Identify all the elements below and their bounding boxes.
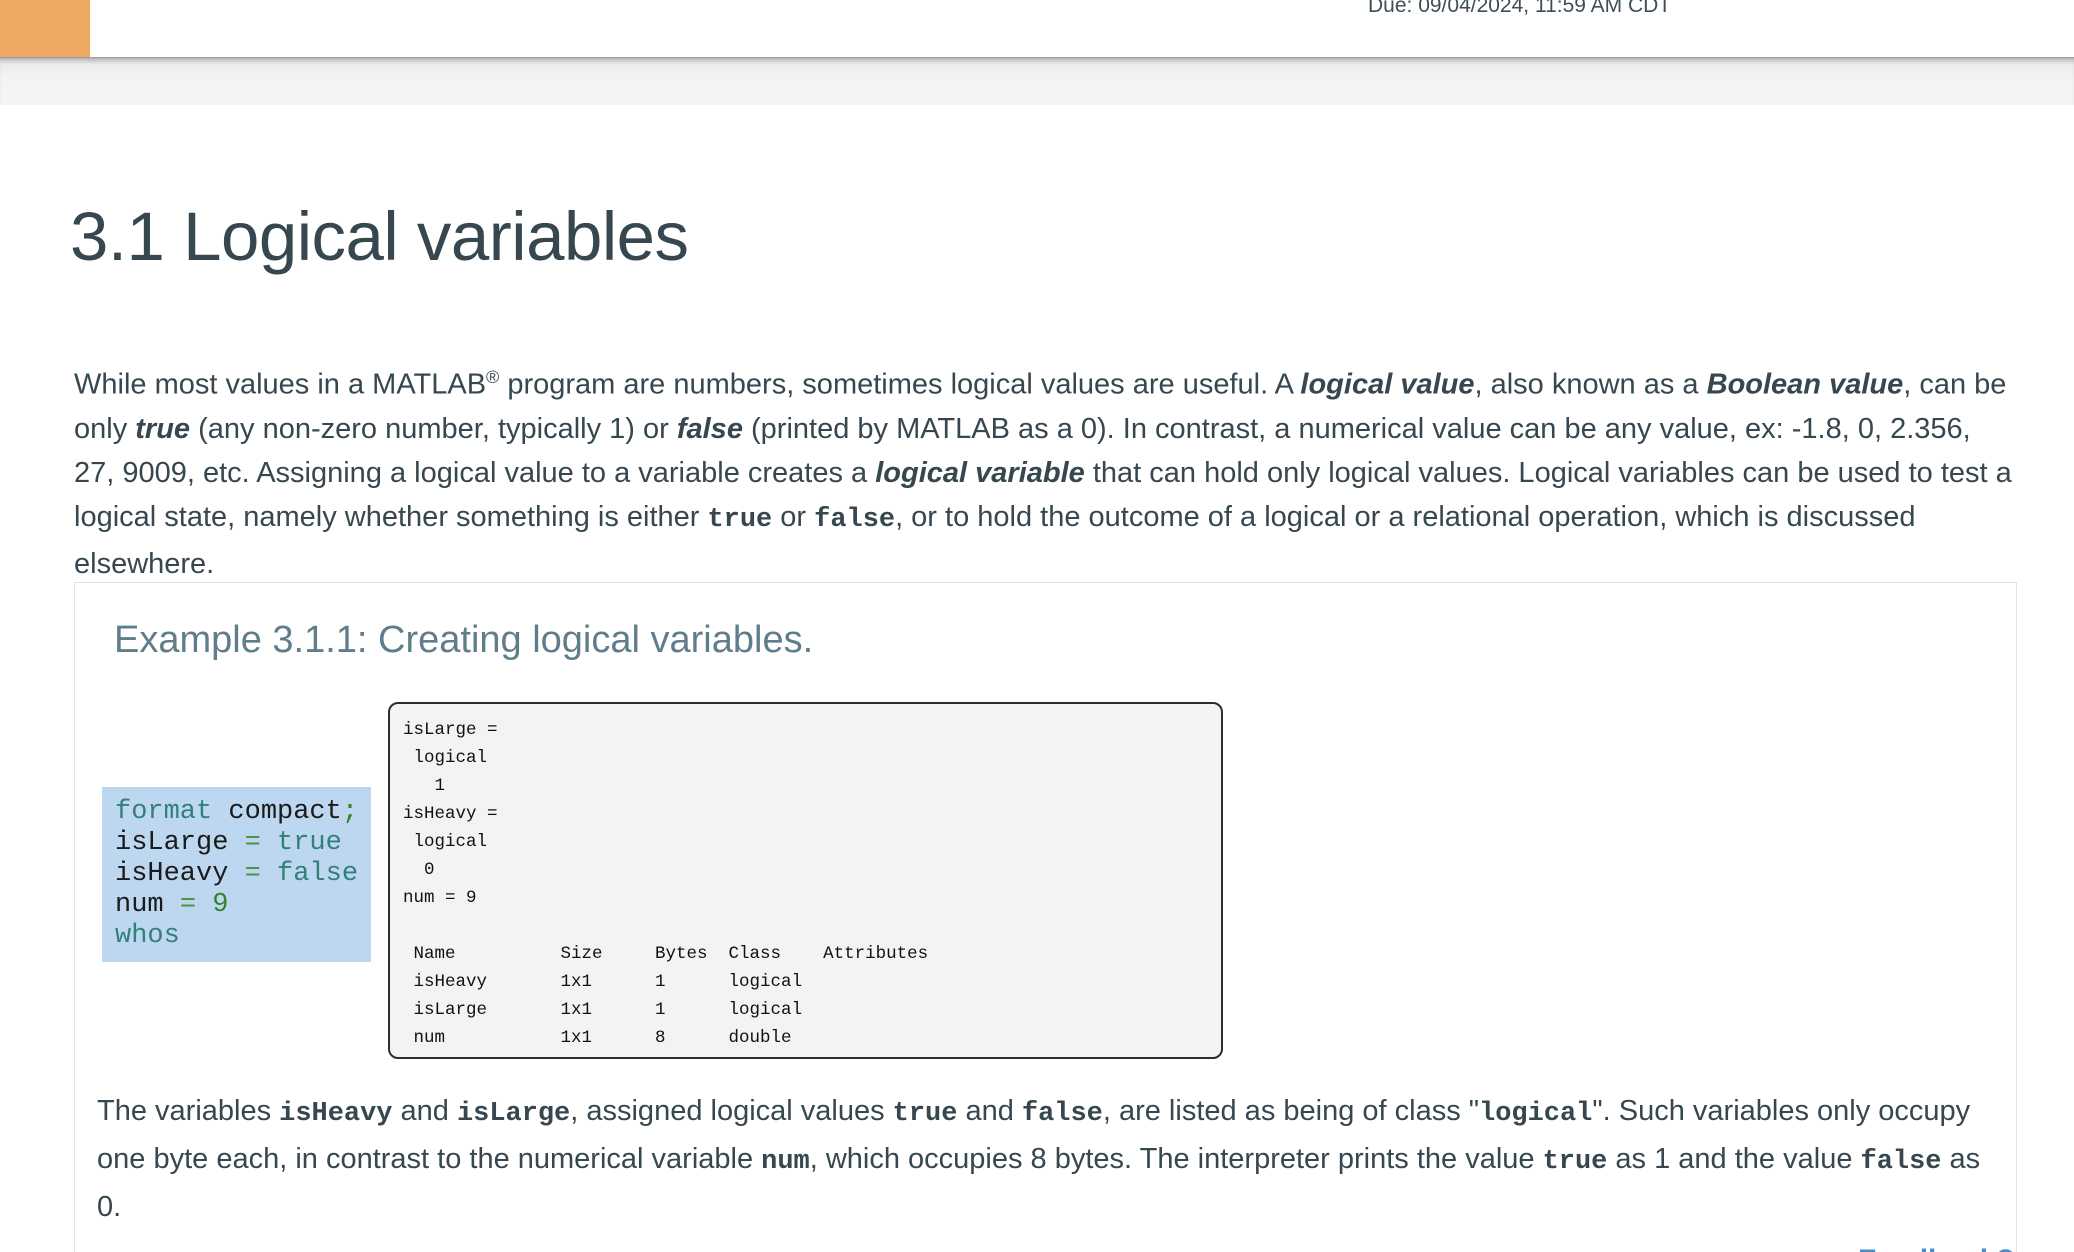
- code-line: whos: [115, 921, 358, 952]
- due-date-label: Due: 09/04/2024, 11:59 AM CDT: [1368, 0, 1671, 18]
- toolbar-band: [0, 57, 2074, 105]
- code-line: isLarge = true: [115, 828, 358, 859]
- code-line: isHeavy = false: [115, 859, 358, 890]
- matlab-output-text: isLarge = logical 1 isHeavy = logical 0 …: [403, 716, 1221, 1052]
- example-title: Example 3.1.1: Creating logical variable…: [114, 619, 813, 662]
- explanation-paragraph: The variables isHeavy and isLarge, assig…: [97, 1089, 2002, 1230]
- code-snippet: format compact; isLarge = true isHeavy =…: [102, 787, 371, 962]
- code-line: num = 9: [115, 890, 358, 921]
- page-root: Due: 09/04/2024, 11:59 AM CDT 3.1 Logica…: [0, 0, 2074, 1252]
- header-accent-block: [0, 0, 90, 57]
- intro-paragraph: While most values in a MATLAB® program a…: [74, 355, 2019, 586]
- code-line: format compact;: [115, 797, 358, 828]
- page-title: 3.1 Logical variables: [70, 201, 689, 273]
- top-header-bar: Due: 09/04/2024, 11:59 AM CDT: [0, 0, 2074, 57]
- example-activity-box: Example 3.1.1: Creating logical variable…: [74, 582, 2017, 1252]
- feedback-link[interactable]: Feedback?: [1858, 1244, 2015, 1252]
- matlab-output-box: isLarge = logical 1 isHeavy = logical 0 …: [388, 702, 1223, 1059]
